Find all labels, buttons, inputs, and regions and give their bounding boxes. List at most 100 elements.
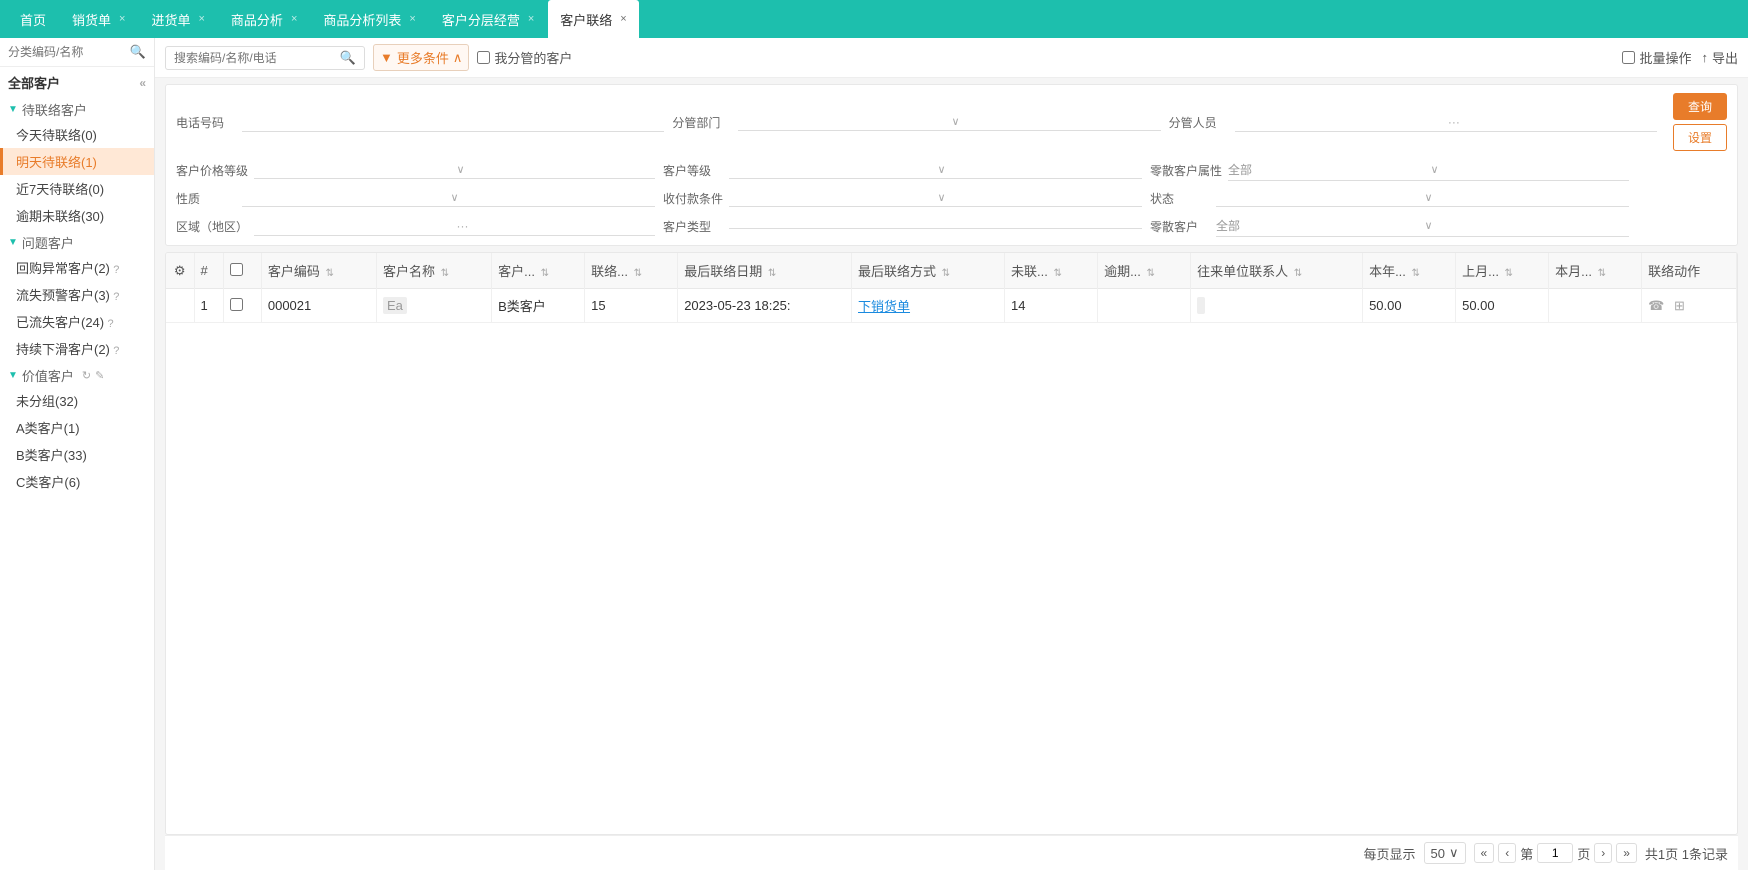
export-icon: ↑ xyxy=(1701,50,1708,65)
nav-item-purchase[interactable]: 进货单 × xyxy=(139,0,216,38)
sidebar-item-7days[interactable]: 近7天待联络(0) xyxy=(0,175,154,202)
sort-icon: ⇅ xyxy=(441,268,449,279)
row-type: B类客户 xyxy=(492,289,585,323)
sidebar-item-ungrouped[interactable]: 未分组(32) xyxy=(0,387,154,414)
content-area: 🔍 ▼ 更多条件 ∧ 我分管的客户 批量操作 ↑ 导出 xyxy=(155,38,1748,870)
col-overdue[interactable]: 逾期... ⇅ xyxy=(1098,253,1191,289)
nav-item-goods-analysis-list[interactable]: 商品分析列表 × xyxy=(311,0,427,38)
close-icon[interactable]: × xyxy=(409,13,415,25)
col-last-method[interactable]: 最后联络方式 ⇅ xyxy=(852,253,1005,289)
col-last-date[interactable]: 最后联络日期 ⇅ xyxy=(678,253,852,289)
close-icon[interactable]: × xyxy=(198,13,204,25)
filter-panel: 电话号码 分管部门 ∨ 分管人员 ··· xyxy=(165,84,1738,246)
chevron-down-icon: ∨ xyxy=(457,163,656,176)
status-select[interactable]: ∨ xyxy=(1216,189,1629,207)
nav-item-customer-contact[interactable]: 客户联络 × xyxy=(548,0,638,38)
settings-button[interactable]: 设置 xyxy=(1673,124,1727,151)
retail-customer-select[interactable]: 全部 ∨ xyxy=(1216,215,1629,237)
sidebar-item-class-a[interactable]: A类客户(1) xyxy=(0,414,154,441)
row-last-date: 2023-05-23 18:25: xyxy=(678,289,852,323)
sidebar-search-area: 🔍 xyxy=(0,38,154,67)
first-page-btn[interactable]: « xyxy=(1474,843,1495,863)
manager-select[interactable]: ··· xyxy=(1235,113,1657,132)
batch-op-btn[interactable]: 批量操作 xyxy=(1622,48,1691,67)
nav-item-sales[interactable]: 销货单 × xyxy=(60,0,137,38)
payment-select[interactable]: ∨ xyxy=(729,189,1142,207)
sidebar-item-today[interactable]: 今天待联络(0) xyxy=(0,121,154,148)
col-last-month[interactable]: 上月... ⇅ xyxy=(1456,253,1549,289)
row-name: Ea xyxy=(377,289,492,323)
price-level-select[interactable]: ∨ xyxy=(254,161,655,179)
search-input[interactable] xyxy=(174,51,340,65)
all-customers-header[interactable]: 全部客户 « xyxy=(0,67,154,96)
my-customer-checkbox[interactable] xyxy=(477,51,490,64)
nav-item-goods-analysis[interactable]: 商品分析 × xyxy=(219,0,309,38)
filter-customer-type: 客户类型 xyxy=(663,218,1142,235)
gear-column[interactable]: ⚙ xyxy=(166,253,194,289)
close-icon[interactable]: × xyxy=(620,13,626,25)
batch-op-checkbox[interactable] xyxy=(1622,51,1635,64)
nature-select[interactable]: ∨ xyxy=(242,189,655,207)
filter-more-btn[interactable]: ▼ 更多条件 ∧ xyxy=(373,44,469,71)
help-icon[interactable]: ? xyxy=(113,291,119,303)
close-icon[interactable]: × xyxy=(119,13,125,25)
help-icon[interactable]: ? xyxy=(113,345,119,357)
sidebar-item-class-c[interactable]: C类客户(6) xyxy=(0,468,154,495)
edit-icon[interactable]: ✎ xyxy=(95,369,104,382)
collapse-icon[interactable]: « xyxy=(139,76,146,90)
row-unit-contact xyxy=(1191,289,1363,323)
filter-customer-level: 客户等级 ∨ xyxy=(663,161,1142,179)
select-all-checkbox[interactable] xyxy=(230,263,243,276)
col-unit-contact[interactable]: 往来单位联系人 ⇅ xyxy=(1191,253,1363,289)
sidebar-item-class-b[interactable]: B类客户(33) xyxy=(0,441,154,468)
row-select-checkbox[interactable] xyxy=(230,298,243,311)
sidebar-item-tomorrow[interactable]: 明天待联络(1) xyxy=(0,148,154,175)
help-icon[interactable]: ? xyxy=(107,318,113,330)
sidebar-item-churn-warning[interactable]: 流失预警客户(3) ? xyxy=(0,281,154,308)
my-customer-checkbox-area[interactable]: 我分管的客户 xyxy=(477,48,572,67)
sidebar-item-overdue[interactable]: 逾期未联络(30) xyxy=(0,202,154,229)
chevron-down-icon: ∨ xyxy=(1431,163,1630,176)
col-no-contact[interactable]: 未联... ⇅ xyxy=(1005,253,1098,289)
chevron-down-icon: ∨ xyxy=(1425,191,1630,204)
sidebar-item-churned[interactable]: 已流失客户(24) ? xyxy=(0,308,154,335)
data-table: ⚙ # 客户编码 ⇅ 客户名称 ⇅ 客户... ⇅ 联络... ⇅ 最后联络日期… xyxy=(166,253,1737,323)
region-select[interactable]: ··· xyxy=(254,217,655,236)
sidebar-item-declining[interactable]: 持续下滑客户(2) ? xyxy=(0,335,154,362)
col-name[interactable]: 客户名称 ⇅ xyxy=(377,253,492,289)
prev-page-btn[interactable]: ‹ xyxy=(1498,843,1516,863)
col-this-month[interactable]: 本月... ⇅ xyxy=(1549,253,1642,289)
close-icon[interactable]: × xyxy=(528,13,534,25)
row-code: 000021 xyxy=(261,289,376,323)
nav-item-home[interactable]: 首页 xyxy=(8,0,58,38)
col-code[interactable]: 客户编码 ⇅ xyxy=(261,253,376,289)
action-phone-icon[interactable]: ☎ xyxy=(1648,298,1664,313)
close-icon[interactable]: × xyxy=(291,13,297,25)
search-icon[interactable]: 🔍 xyxy=(340,50,356,66)
last-page-btn[interactable]: » xyxy=(1616,843,1637,863)
sidebar-search-input[interactable] xyxy=(8,45,130,59)
filter-region: 区域（地区） ··· xyxy=(176,217,655,236)
col-type[interactable]: 客户... ⇅ xyxy=(492,253,585,289)
dept-select[interactable]: ∨ xyxy=(738,113,1160,131)
refresh-icon[interactable]: ↻ xyxy=(82,369,91,382)
search-icon[interactable]: 🔍 xyxy=(130,44,146,60)
sidebar-group-value: ▼ 价值客户 ↻ ✎ xyxy=(0,362,154,387)
retail-attr-select[interactable]: 全部 ∨ xyxy=(1228,159,1629,181)
sort-icon: ⇅ xyxy=(1294,268,1302,279)
col-this-year[interactable]: 本年... ⇅ xyxy=(1363,253,1456,289)
customer-type-select[interactable] xyxy=(729,224,1142,229)
page-input[interactable] xyxy=(1537,843,1573,863)
help-icon[interactable]: ? xyxy=(113,264,119,276)
query-button[interactable]: 查询 xyxy=(1673,93,1727,120)
page-size-select[interactable]: 50 ∨ xyxy=(1424,842,1466,864)
customer-level-select[interactable]: ∨ xyxy=(729,161,1142,179)
export-btn[interactable]: ↑ 导出 xyxy=(1701,48,1738,67)
sidebar-item-repurchase-abnormal[interactable]: 回购异常客户(2) ? xyxy=(0,254,154,281)
next-page-btn[interactable]: › xyxy=(1594,843,1612,863)
phone-input[interactable] xyxy=(242,113,664,132)
last-contact-method-link[interactable]: 下销货单 xyxy=(858,299,910,314)
nav-item-customer-tier[interactable]: 客户分层经营 × xyxy=(430,0,546,38)
action-grid-icon[interactable]: ⊞ xyxy=(1674,298,1685,313)
col-contact[interactable]: 联络... ⇅ xyxy=(585,253,678,289)
